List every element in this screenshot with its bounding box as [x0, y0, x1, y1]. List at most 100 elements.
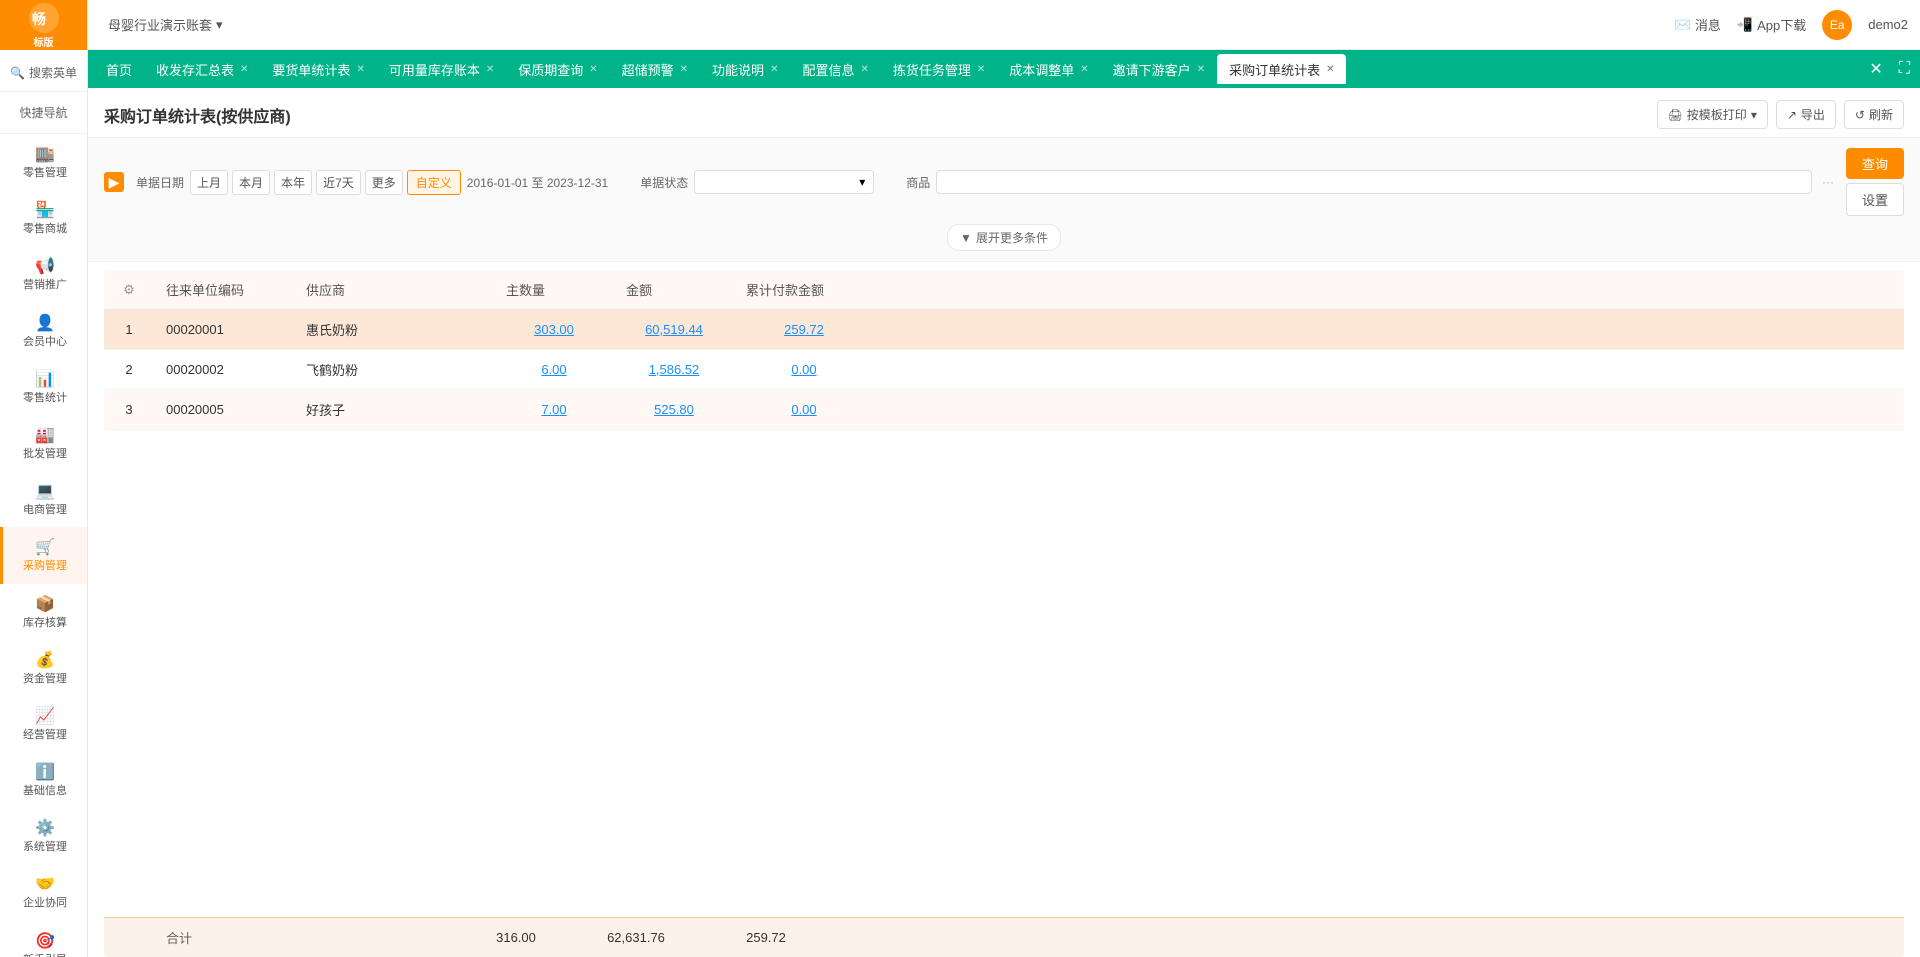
tab-pick-task[interactable]: 拣货任务管理 ✕ [881, 54, 997, 84]
row-qty[interactable]: 303.00 [494, 310, 614, 350]
tab-maximize-button[interactable]: ⛶ [1895, 56, 1914, 82]
row-extra [874, 310, 1904, 350]
app-download-button[interactable]: 📲 App下载 [1737, 15, 1806, 34]
page-actions: 🖨 按模板打印 ▾ ↗ 导出 ↺ 刷新 [1657, 100, 1904, 129]
table-row[interactable]: 2 00020002 飞鹤奶粉 6.00 1,586.52 0.00 [104, 350, 1904, 390]
row-qty[interactable]: 6.00 [494, 350, 614, 390]
tab-invite[interactable]: 邀请下游客户 ✕ [1101, 54, 1217, 84]
tab-close-icon[interactable]: ✕ [770, 64, 778, 75]
date-filter-label: 单据日期 [136, 174, 184, 191]
date-btn-more[interactable]: 更多 [365, 170, 403, 195]
svg-text:畅: 畅 [32, 11, 46, 27]
system-icon: ⚙️ [35, 818, 55, 838]
print-icon: 🖨 [1668, 108, 1683, 122]
tab-close-all-button[interactable]: ✕ [1865, 55, 1886, 83]
search-button[interactable]: 查询 [1846, 148, 1904, 179]
sidebar-item-basic[interactable]: ℹ️ 基础信息 [0, 752, 87, 808]
row-code[interactable]: 00020001 [154, 310, 294, 350]
retail-mgmt-icon: 🏬 [35, 144, 55, 164]
sidebar-item-retail-stats[interactable]: 📊 零售统计 [0, 359, 87, 415]
sidebar-item-newbie[interactable]: 🎯 新手引导 [0, 921, 87, 957]
col-header-extra [874, 270, 1904, 310]
retail-shop-icon: 🏪 [35, 200, 55, 220]
sidebar-search-section: 🔍 搜索英单 [0, 50, 87, 92]
date-btn-this-month[interactable]: 本月 [232, 170, 270, 195]
sidebar-item-system[interactable]: ⚙️ 系统管理 [0, 808, 87, 864]
date-btn-7days[interactable]: 近7天 [316, 170, 361, 195]
tab-close-icon[interactable]: ✕ [1080, 64, 1088, 75]
tab-goods-stats[interactable]: 要货单统计表 ✕ [260, 54, 376, 84]
col-header-checkbox: ⚙ [104, 270, 154, 310]
workspace-selector[interactable]: 母婴行业演示账套 ▾ [100, 11, 231, 38]
tab-collect-pay[interactable]: 收发存汇总表 ✕ [144, 54, 260, 84]
tab-config[interactable]: 配置信息 ✕ [790, 54, 880, 84]
col-header-qty: 主数量 [494, 270, 614, 310]
row-qty[interactable]: 7.00 [494, 390, 614, 430]
tab-close-icon[interactable]: ✕ [977, 64, 985, 75]
sidebar-item-member[interactable]: 👤 会员中心 [0, 303, 87, 359]
sidebar-menu: 🏬 零售管理 🏪 零售商城 📢 营销推广 👤 会员中心 📊 零售统计 🏭 批发管… [0, 134, 87, 957]
message-button[interactable]: ✉️ 消息 [1675, 15, 1721, 34]
status-select[interactable]: ▾ [694, 170, 874, 194]
tab-close-icon[interactable]: ✕ [240, 64, 248, 75]
date-btn-last-month[interactable]: 上月 [190, 170, 228, 195]
user-avatar[interactable]: Ea [1822, 10, 1852, 40]
tab-cost-adjust[interactable]: 成本调整单 ✕ [997, 54, 1100, 84]
workspace-name: 母婴行业演示账套 [108, 15, 212, 34]
tab-overstock[interactable]: 超储预警 ✕ [610, 54, 700, 84]
tab-close-icon[interactable]: ✕ [1326, 64, 1334, 75]
sidebar-item-ecom[interactable]: 💻 电商管理 [0, 471, 87, 527]
tab-close-icon[interactable]: ✕ [356, 64, 364, 75]
row-amount[interactable]: 60,519.44 [614, 310, 734, 350]
sidebar-item-retail-shop[interactable]: 🏪 零售商城 [0, 190, 87, 246]
tab-close-icon[interactable]: ✕ [1197, 64, 1205, 75]
tab-home[interactable]: 首页 [94, 54, 144, 84]
tab-close-icon[interactable]: ✕ [486, 64, 494, 75]
quick-nav-button[interactable]: 快捷导航 [0, 98, 87, 127]
tab-close-icon[interactable]: ✕ [589, 64, 597, 75]
row-paid[interactable]: 259.72 [734, 310, 874, 350]
sidebar-item-finance[interactable]: 💰 资金管理 [0, 640, 87, 696]
sidebar-item-marketing[interactable]: 📢 营销推广 [0, 246, 87, 302]
tab-purchase-stats-label: 采购订单统计表 [1229, 60, 1320, 79]
settings-button[interactable]: 设置 [1846, 183, 1904, 216]
sidebar-item-ops[interactable]: 📈 经营管理 [0, 696, 87, 752]
tab-inventory-ledger[interactable]: 可用量库存账本 ✕ [377, 54, 506, 84]
refresh-button[interactable]: ↺ 刷新 [1844, 100, 1904, 129]
sidebar-item-inventory[interactable]: 📦 库存核算 [0, 584, 87, 640]
tab-close-icon[interactable]: ✕ [860, 64, 868, 75]
sidebar-item-collab[interactable]: 🤝 企业协同 [0, 864, 87, 920]
row-amount[interactable]: 1,586.52 [614, 350, 734, 390]
tab-func-desc[interactable]: 功能说明 ✕ [700, 54, 790, 84]
user-name[interactable]: demo2 [1868, 17, 1908, 32]
print-button[interactable]: 🖨 按模板打印 ▾ [1657, 100, 1768, 129]
row-paid[interactable]: 0.00 [734, 390, 874, 430]
sidebar-item-purchase[interactable]: 🛒 采购管理 [0, 527, 87, 583]
sidebar-item-label: 会员中心 [23, 336, 67, 349]
column-settings-icon[interactable]: ⚙ [123, 282, 135, 297]
filter-collapse-button[interactable]: ▶ [104, 172, 124, 192]
quick-nav-label: 快捷导航 [19, 104, 67, 121]
row-paid[interactable]: 0.00 [734, 350, 874, 390]
export-icon: ↗ [1787, 108, 1797, 122]
table-row[interactable]: 3 00020005 好孩子 7.00 525.80 0.00 [104, 390, 1904, 430]
tab-close-icon[interactable]: ✕ [680, 64, 688, 75]
nav-tabs-right: ✕ ⛶ [1865, 55, 1914, 83]
sidebar-item-retail-mgmt[interactable]: 🏬 零售管理 [0, 134, 87, 190]
tab-warranty[interactable]: 保质期查询 ✕ [506, 54, 609, 84]
table-row[interactable]: 1 00020001 惠氏奶粉 303.00 60,519.44 259.72 [104, 310, 1904, 350]
date-btn-custom[interactable]: 自定义 [407, 170, 461, 195]
sidebar-item-label: 批发管理 [23, 448, 67, 461]
row-amount[interactable]: 525.80 [614, 390, 734, 430]
search-menu-button[interactable]: 🔍 搜索英单 [8, 60, 79, 85]
goods-search-input[interactable] [936, 170, 1812, 194]
sidebar-item-wholesale[interactable]: 🏭 批发管理 [0, 415, 87, 471]
row-code[interactable]: 00020002 [154, 350, 294, 390]
export-button[interactable]: ↗ 导出 [1776, 100, 1836, 129]
expand-more-button[interactable]: ▼ 展开更多条件 [947, 224, 1061, 251]
logo: 畅 标版 [0, 0, 87, 50]
date-btn-this-year[interactable]: 本年 [274, 170, 312, 195]
row-code[interactable]: 00020005 [154, 390, 294, 430]
tab-purchase-stats[interactable]: 采购订单统计表 ✕ [1217, 54, 1346, 84]
more-options-icon[interactable]: ··· [1822, 175, 1834, 189]
